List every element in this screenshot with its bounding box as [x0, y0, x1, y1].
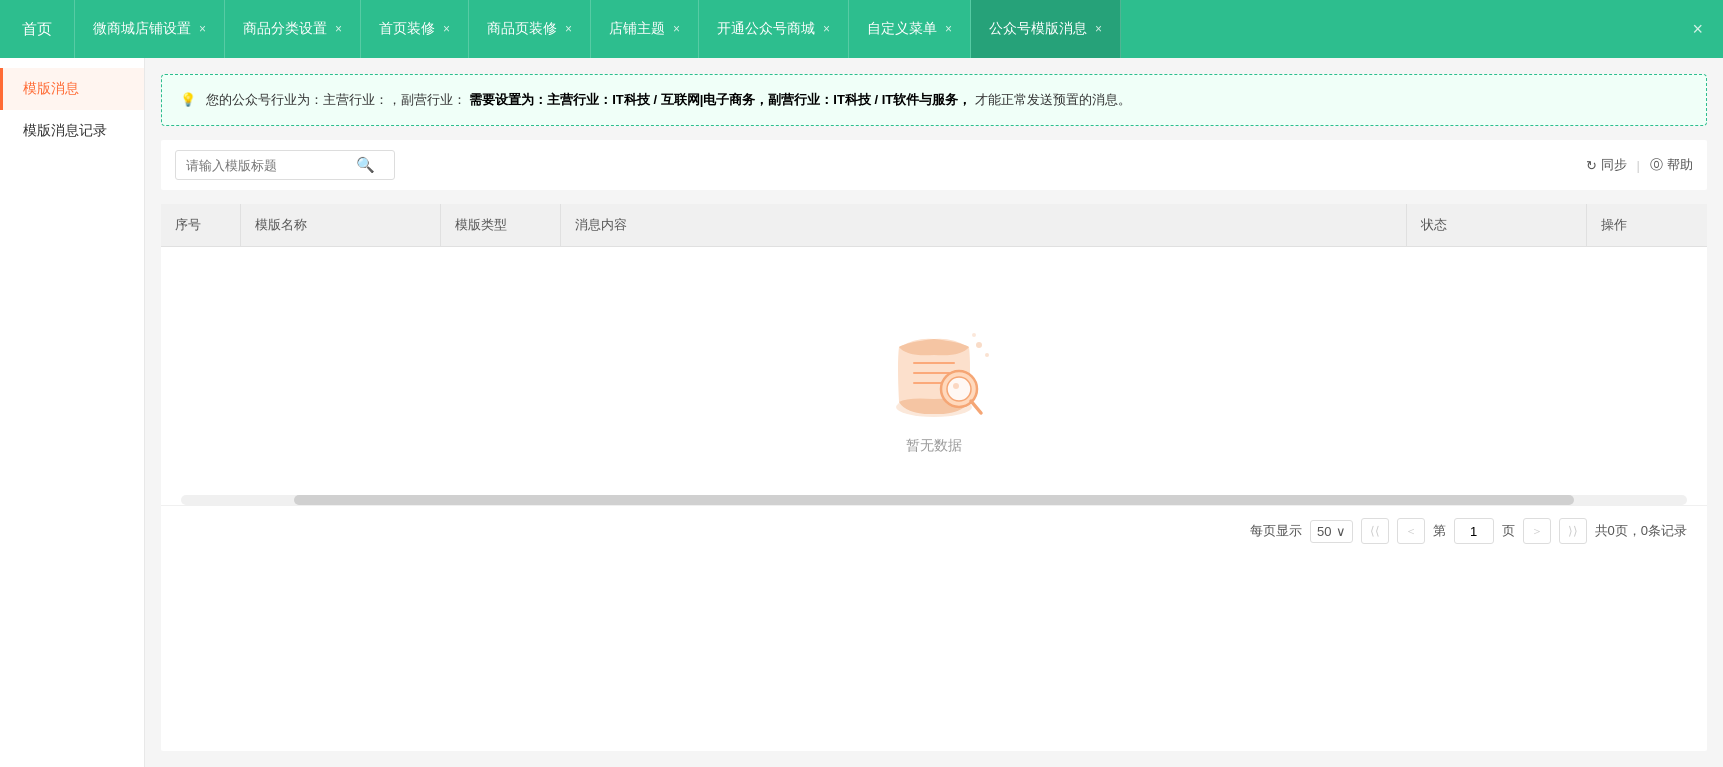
prev-page-button[interactable]: ＜	[1397, 518, 1425, 544]
toolbar-right: ↻ 同步 | ⓪ 帮助	[1586, 156, 1693, 174]
search-icon[interactable]: 🔍	[356, 156, 375, 174]
tab-product-page[interactable]: 商品页装修 ×	[469, 0, 591, 58]
search-input[interactable]	[186, 158, 356, 173]
empty-text: 暂无数据	[906, 437, 962, 455]
notice-box: 💡 您的公众号行业为：主营行业：，副营行业： 需要设置为：主营行业：IT科技 /…	[161, 74, 1707, 126]
tab-home-decor-close[interactable]: ×	[443, 22, 450, 36]
tab-shop-theme-label: 店铺主题	[609, 20, 665, 38]
tab-product-page-label: 商品页装修	[487, 20, 557, 38]
sidebar: 模版消息 模版消息记录	[0, 58, 145, 767]
first-page-button[interactable]: ⟨⟨	[1361, 518, 1389, 544]
tab-template-msg-close[interactable]: ×	[1095, 22, 1102, 36]
svg-point-7	[953, 383, 959, 389]
sidebar-item-template-msg-records[interactable]: 模版消息记录	[0, 110, 144, 152]
tab-custom-menu-label: 自定义菜单	[867, 20, 937, 38]
help-icon: ⓪	[1650, 156, 1663, 174]
sync-icon: ↻	[1586, 158, 1597, 173]
col-header-content: 消息内容	[561, 204, 1407, 246]
notice-text-prefix: 您的公众号行业为：主营行业：，副营行业：	[206, 92, 466, 107]
tab-wechat-mall-close[interactable]: ×	[823, 22, 830, 36]
col-header-status: 状态	[1407, 204, 1587, 246]
last-page-button[interactable]: ⟩⟩	[1559, 518, 1587, 544]
tab-home[interactable]: 首页	[0, 0, 75, 58]
tab-shop-theme-close[interactable]: ×	[673, 22, 680, 36]
tab-shop-settings-label: 微商城店铺设置	[93, 20, 191, 38]
search-input-wrapper: 🔍	[175, 150, 395, 180]
tab-wechat-mall[interactable]: 开通公众号商城 ×	[699, 0, 849, 58]
table-header: 序号 模版名称 模版类型 消息内容 状态 操作	[161, 204, 1707, 247]
svg-line-6	[971, 401, 981, 413]
sync-label: 同步	[1601, 156, 1627, 174]
tab-shop-theme[interactable]: 店铺主题 ×	[591, 0, 699, 58]
total-label: 共0页，0条记录	[1595, 522, 1687, 540]
help-button[interactable]: ⓪ 帮助	[1650, 156, 1693, 174]
tab-custom-menu-close[interactable]: ×	[945, 22, 952, 36]
svg-point-8	[976, 342, 982, 348]
tab-custom-menu[interactable]: 自定义菜单 ×	[849, 0, 971, 58]
chevron-down-icon: ∨	[1336, 524, 1346, 539]
tab-shop-settings[interactable]: 微商城店铺设置 ×	[75, 0, 225, 58]
col-header-index: 序号	[161, 204, 241, 246]
main-layout: 模版消息 模版消息记录 💡 您的公众号行业为：主营行业：，副营行业： 需要设置为…	[0, 58, 1723, 767]
close-all-button[interactable]: ×	[1672, 19, 1723, 40]
divider: |	[1637, 158, 1640, 173]
table-container: 序号 模版名称 模版类型 消息内容 状态 操作	[161, 204, 1707, 751]
empty-illustration	[869, 307, 999, 437]
page-unit-label: 页	[1502, 522, 1515, 540]
tab-home-label: 首页	[22, 20, 52, 39]
scroll-track[interactable]	[181, 495, 1687, 505]
sidebar-item-template-msg[interactable]: 模版消息	[0, 68, 144, 110]
notice-text-suffix: 才能正常发送预置的消息。	[975, 92, 1131, 107]
col-header-name: 模版名称	[241, 204, 441, 246]
page-number-input[interactable]	[1454, 518, 1494, 544]
svg-point-10	[972, 333, 976, 337]
per-page-select[interactable]: 50 ∨	[1310, 520, 1352, 543]
pagination: 每页显示 50 ∨ ⟨⟨ ＜ 第 页 ＞ ⟩⟩ 共0页，0条记录	[161, 505, 1707, 556]
tab-category-settings[interactable]: 商品分类设置 ×	[225, 0, 361, 58]
col-header-type: 模版类型	[441, 204, 561, 246]
sync-button[interactable]: ↻ 同步	[1586, 156, 1627, 174]
help-label: 帮助	[1667, 156, 1693, 174]
tab-bar: 首页 微商城店铺设置 × 商品分类设置 × 首页装修 × 商品页装修 × 店铺主…	[0, 0, 1723, 58]
tab-category-close[interactable]: ×	[335, 22, 342, 36]
svg-point-5	[947, 377, 971, 401]
tab-product-page-close[interactable]: ×	[565, 22, 572, 36]
search-bar: 🔍 ↻ 同步 | ⓪ 帮助	[161, 140, 1707, 190]
notice-text-bold: 需要设置为：主营行业：IT科技 / 互联网|电子商务，副营行业：IT科技 / I…	[469, 92, 971, 107]
tab-template-msg-label: 公众号模版消息	[989, 20, 1087, 38]
tab-wechat-mall-label: 开通公众号商城	[717, 20, 815, 38]
tab-category-settings-label: 商品分类设置	[243, 20, 327, 38]
col-header-actions: 操作	[1587, 204, 1707, 246]
tab-shop-settings-close[interactable]: ×	[199, 22, 206, 36]
tab-template-msg[interactable]: 公众号模版消息 ×	[971, 0, 1121, 58]
page-prefix-label: 第	[1433, 522, 1446, 540]
tab-home-decor[interactable]: 首页装修 ×	[361, 0, 469, 58]
empty-state: 暂无数据	[161, 247, 1707, 495]
next-page-button[interactable]: ＞	[1523, 518, 1551, 544]
per-page-label: 每页显示	[1250, 522, 1302, 540]
content-area: 💡 您的公众号行业为：主营行业：，副营行业： 需要设置为：主营行业：IT科技 /…	[145, 58, 1723, 767]
scroll-thumb[interactable]	[294, 495, 1574, 505]
svg-point-9	[985, 353, 989, 357]
tab-home-decor-label: 首页装修	[379, 20, 435, 38]
per-page-value: 50	[1317, 524, 1331, 539]
notice-icon: 💡	[180, 92, 196, 107]
